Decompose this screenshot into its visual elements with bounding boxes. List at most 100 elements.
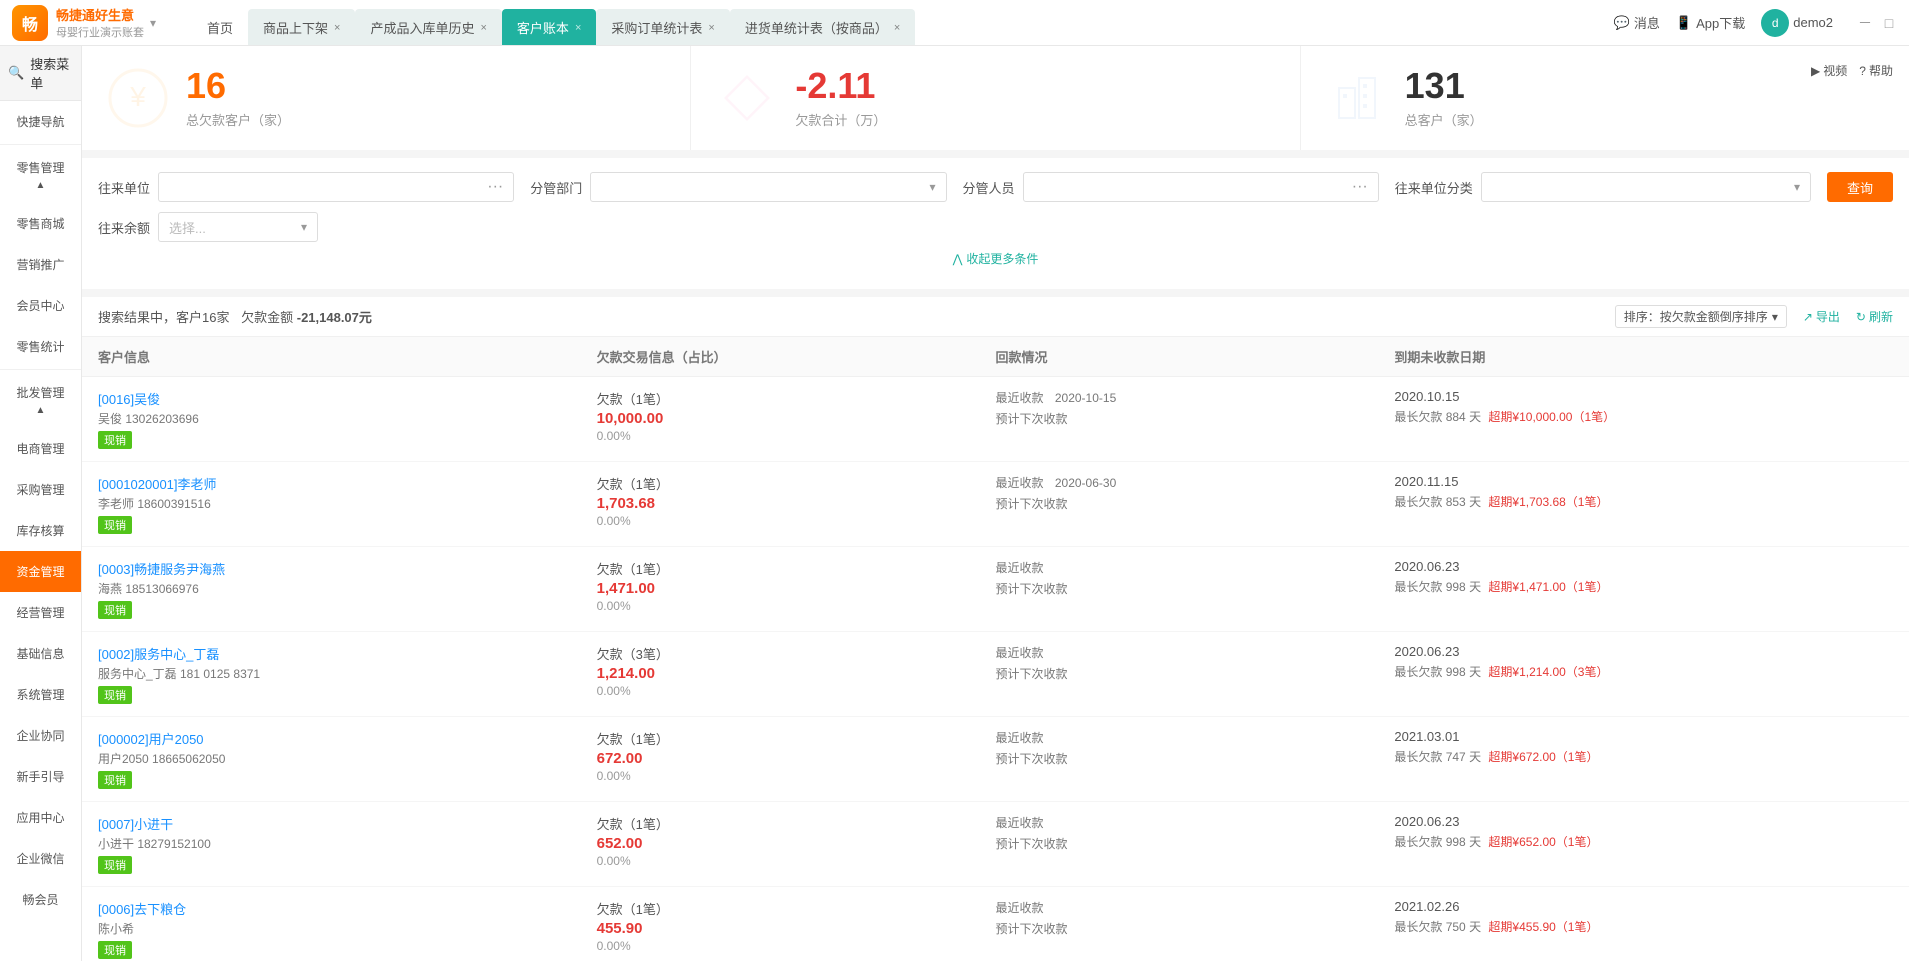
refresh-button[interactable]: ↻ 刷新 [1856, 308, 1893, 325]
sidebar-item-retail-mgmt[interactable]: 零售管理 ▲ [0, 147, 81, 203]
customer-name-link[interactable]: [0006]去下粮仓 [98, 899, 597, 918]
message-button[interactable]: 💬 消息 [1614, 13, 1660, 32]
sidebar-item-enterprise-wechat[interactable]: 企业微信 [0, 838, 81, 879]
tab-production-history[interactable]: 产成品入库单历史 × [355, 9, 501, 45]
stats-row: ¥ 16 总欠款客户（家） -2.11 欠款合计（万） [82, 46, 1909, 150]
export-button[interactable]: ↗ 导出 [1803, 308, 1840, 325]
maximize-button[interactable]: □ [1881, 15, 1897, 31]
expand-icon: ▲ [36, 180, 46, 191]
sort-label: 排序：按欠款金额倒序排序 [1624, 308, 1768, 325]
system-name: 母婴行业演示账套 [56, 24, 144, 40]
sidebar-item-finance[interactable]: 资金管理 [0, 551, 81, 592]
user-menu[interactable]: d demo2 [1761, 9, 1833, 37]
sidebar-item-enterprise-collab[interactable]: 企业协同 [0, 715, 81, 756]
filter-label-partner: 往来单位 [98, 178, 150, 197]
stat-card-debt-customers: ¥ 16 总欠款客户（家） [82, 46, 691, 150]
app-download-button[interactable]: 📱 App下载 [1676, 13, 1745, 32]
search-menu[interactable]: 🔍 搜索菜单 [0, 46, 81, 101]
filter-select-balance[interactable]: 选择... ▾ [158, 212, 318, 242]
top-tabs: 首页 商品上下架 × 产成品入库单历史 × 客户账本 × 采购订单统计表 × 进… [192, 0, 1614, 45]
debt-cell: 欠款（1笔） 1,471.00 0.00% [597, 559, 996, 613]
customer-name-link[interactable]: [0003]畅捷服务尹海燕 [98, 559, 597, 578]
tab-customer-account[interactable]: 客户账本 × [502, 9, 596, 45]
manager-input[interactable] [1034, 180, 1352, 195]
table-row: [0003]畅捷服务尹海燕 海燕 18513066976 现销 欠款（1笔） 1… [82, 547, 1909, 632]
filter-item-dept: 分管部门 ▾ [530, 172, 946, 202]
sidebar-item-operations[interactable]: 经营管理 [0, 592, 81, 633]
customer-name-link[interactable]: [0001020001]李老师 [98, 474, 597, 493]
data-table: 客户信息 欠款交易信息（占比） 回款情况 到期未收款日期 [0016]吴俊 吴俊… [82, 337, 1909, 961]
sidebar-item-inventory[interactable]: 库存核算 [0, 510, 81, 551]
close-icon[interactable]: × [334, 22, 340, 34]
overdue-cell: 2020.06.23 最长欠款 998 天 超期¥652.00（1笔） [1394, 814, 1893, 850]
collapse-bar[interactable]: ⋀ 收起更多条件 [98, 242, 1893, 275]
sidebar-item-ecommerce[interactable]: 电商管理 [0, 428, 81, 469]
filter-row-2: 往来余额 选择... ▾ [98, 212, 1893, 242]
tab-product-listing[interactable]: 商品上下架 × [248, 9, 355, 45]
video-link[interactable]: ▶ 视频 [1811, 62, 1847, 79]
collection-cell: 最近收款 预计下次收款 [996, 899, 1395, 937]
collection-cell: 最近收款 2020-10-15 预计下次收款 [996, 389, 1395, 427]
customer-name-link[interactable]: [0016]吴俊 [98, 389, 597, 408]
close-icon[interactable]: × [480, 22, 486, 34]
overdue-cell: 2020.06.23 最长欠款 998 天 超期¥1,471.00（1笔） [1394, 559, 1893, 595]
logo-icon: 畅 [12, 5, 48, 41]
close-icon[interactable]: × [575, 22, 581, 34]
sidebar-item-newbie-guide[interactable]: 新手引导 [0, 756, 81, 797]
sidebar-item-marketing[interactable]: 营销推广 [0, 244, 81, 285]
col-customer-info: 客户信息 [98, 347, 597, 366]
customer-cell: [000002]用户2050 用户2050 18665062050 现销 [98, 729, 597, 789]
search-button[interactable]: 查询 [1827, 172, 1893, 202]
collapse-icon: ⋀ [953, 252, 963, 266]
customer-name-link[interactable]: [0002]服务中心_丁磊 [98, 644, 597, 663]
sidebar-item-member-center[interactable]: 会员中心 [0, 285, 81, 326]
sidebar-item-wholesale-mgmt[interactable]: 批发管理 ▲ [0, 372, 81, 428]
close-icon[interactable]: × [894, 22, 900, 34]
minimize-button[interactable]: － [1857, 15, 1873, 31]
avatar: d [1761, 9, 1789, 37]
chevron-down-icon: ▾ [929, 180, 935, 194]
partner-input[interactable] [169, 180, 487, 195]
sidebar-item-retail-stats[interactable]: 零售统计 [0, 326, 81, 367]
customer-name-link[interactable]: [000002]用户2050 [98, 729, 597, 748]
filter-label-manager: 分管人员 [963, 178, 1015, 197]
sidebar-item-quick-nav[interactable]: 快捷导航 [0, 101, 81, 142]
customer-cell: [0006]去下粮仓 陈小希 现销 [98, 899, 597, 959]
svg-text:¥: ¥ [129, 81, 146, 112]
filter-select-category[interactable]: ▾ [1481, 172, 1811, 202]
overdue-cell: 2021.02.26 最长欠款 750 天 超期¥455.90（1笔） [1394, 899, 1893, 935]
tab-purchase-order[interactable]: 采购订单统计表 × [596, 9, 729, 45]
col-collection: 回款情况 [996, 347, 1395, 366]
filter-row-1: 往来单位 ··· 分管部门 ▾ 分管人员 [98, 172, 1893, 202]
dropdown-icon[interactable]: ▾ [150, 16, 156, 30]
tab-home[interactable]: 首页 [192, 9, 248, 45]
sidebar-item-system-mgmt[interactable]: 系统管理 [0, 674, 81, 715]
customer-name-link[interactable]: [0007]小进干 [98, 814, 597, 833]
filter-item-category: 往来单位分类 ▾ [1395, 172, 1811, 202]
collapse-label: 收起更多条件 [966, 250, 1038, 267]
collection-cell: 最近收款 预计下次收款 [996, 729, 1395, 767]
sidebar-item-purchase-mgmt[interactable]: 采购管理 [0, 469, 81, 510]
collection-cell: 最近收款 预计下次收款 [996, 644, 1395, 682]
customer-cell: [0002]服务中心_丁磊 服务中心_丁磊 181 0125 8371 现销 [98, 644, 597, 704]
filter-label-category: 往来单位分类 [1395, 178, 1473, 197]
sidebar-item-app-center[interactable]: 应用中心 [0, 797, 81, 838]
sidebar-item-basic-info[interactable]: 基础信息 [0, 633, 81, 674]
collection-cell: 最近收款 预计下次收款 [996, 814, 1395, 852]
customer-sub: 海燕 18513066976 [98, 580, 597, 597]
sort-select[interactable]: 排序：按欠款金额倒序排序 ▾ [1615, 305, 1787, 328]
collection-cell: 最近收款 2020-06-30 预计下次收款 [996, 474, 1395, 512]
sidebar-item-retail-mall[interactable]: 零售商城 [0, 203, 81, 244]
customer-cell: [0001020001]李老师 李老师 18600391516 现销 [98, 474, 597, 534]
filter-input-partner[interactable]: ··· [158, 172, 514, 202]
filter-input-manager[interactable]: ··· [1023, 172, 1379, 202]
user-name: demo2 [1793, 15, 1833, 30]
tab-purchase-stats[interactable]: 进货单统计表（按商品） × [730, 9, 915, 45]
debt-cell: 欠款（3笔） 1,214.00 0.00% [597, 644, 996, 698]
customer-tag: 现销 [98, 601, 132, 619]
sidebar-item-changhui[interactable]: 畅会员 [0, 879, 81, 920]
filter-select-dept[interactable]: ▾ [590, 172, 946, 202]
help-link[interactable]: ? 帮助 [1859, 62, 1893, 79]
export-icon: ↗ [1803, 310, 1813, 324]
close-icon[interactable]: × [708, 22, 714, 34]
